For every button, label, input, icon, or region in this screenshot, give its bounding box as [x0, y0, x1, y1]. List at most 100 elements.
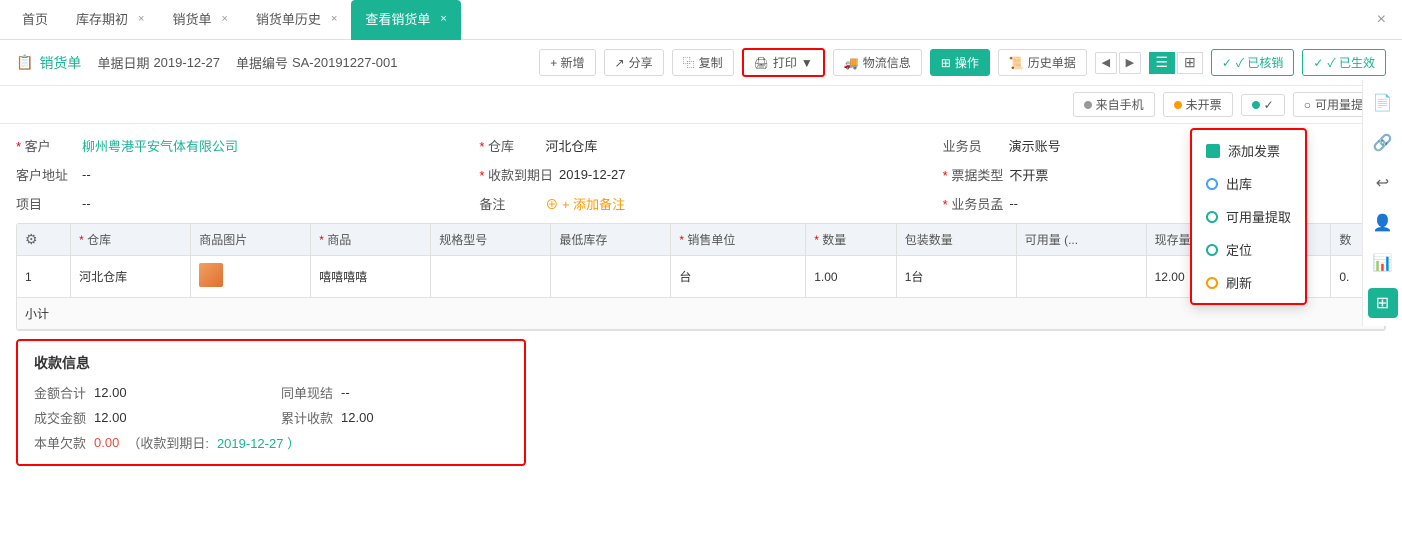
- col-spec: 规格型号: [431, 224, 551, 256]
- print-button[interactable]: 🖨 打印 ▼: [742, 48, 825, 77]
- copy-button[interactable]: ⿻ 复制: [672, 49, 734, 76]
- logistics-icon: 🚚: [844, 56, 859, 70]
- staff-label: 业务员: [943, 136, 1003, 155]
- out-warehouse-item[interactable]: 出库: [1192, 167, 1305, 200]
- effective-status-button[interactable]: ✓ ✓ 已生效: [1302, 49, 1386, 76]
- cumulative-value: 12.00: [341, 410, 374, 425]
- doc-number-label: 单据编号 SA-20191227-001: [236, 53, 398, 72]
- close-view-sales-tab[interactable]: ×: [440, 13, 446, 25]
- col-min-stock: 最低库存: [551, 224, 671, 256]
- warehouse-label: 仓库: [479, 136, 539, 155]
- payment-total: 金额合计 12.00: [34, 383, 261, 402]
- refresh-item[interactable]: 刷新: [1192, 266, 1305, 299]
- address-label: 客户地址: [16, 165, 76, 184]
- add-invoice-item[interactable]: 添加发票: [1192, 134, 1305, 167]
- ticket-label: 票据类型: [943, 165, 1004, 184]
- next-button[interactable]: ▶: [1119, 52, 1141, 74]
- payment-same-order: 同单现结 --: [281, 383, 508, 402]
- due-date-label: 收款到期日: [479, 165, 553, 184]
- note-label: 备注: [479, 194, 539, 213]
- out-warehouse-icon: [1206, 178, 1218, 190]
- right-icon-expand[interactable]: ⊞: [1368, 288, 1398, 318]
- not-open-dot: [1174, 101, 1182, 109]
- staff-value: 演示账号: [1009, 136, 1061, 155]
- due-date-field: 收款到期日 2019-12-27: [479, 165, 922, 184]
- close-all-button[interactable]: ×: [1369, 11, 1394, 29]
- new-button[interactable]: + 新增: [539, 49, 595, 76]
- project-label: 项目: [16, 194, 76, 213]
- tab-inventory[interactable]: 库存期初 ×: [62, 0, 158, 40]
- history-button[interactable]: 📜 历史单据: [998, 49, 1087, 76]
- right-icon-return[interactable]: ↩: [1368, 168, 1398, 198]
- dropdown-menu: 添加发票 出库 可用量提取 定位 刷新: [1190, 128, 1307, 305]
- tab-home[interactable]: 首页: [8, 0, 62, 40]
- form-row-3: 项目 -- 备注 ⊕ + 添加备注 业务员孟 --: [16, 194, 1386, 213]
- col-gear: ⚙: [17, 224, 71, 256]
- col-image: 商品图片: [191, 224, 311, 256]
- prev-button[interactable]: ◀: [1095, 52, 1117, 74]
- avail-qty-label: 可用量提取: [1226, 207, 1291, 226]
- col-product: * 商品: [311, 224, 431, 256]
- right-icon-user[interactable]: 👤: [1368, 208, 1398, 238]
- owed-label: 本单欠款: [34, 433, 86, 452]
- confirm-button[interactable]: ✓: [1241, 94, 1285, 116]
- same-order-value: --: [341, 385, 350, 400]
- close-sales-tab[interactable]: ×: [221, 13, 227, 25]
- avail-qty-item[interactable]: 可用量提取: [1192, 200, 1305, 233]
- operations-button[interactable]: ⊞ 操作: [930, 49, 990, 76]
- gear-icon: ⚙: [25, 231, 38, 247]
- cumulative-label: 累计收款: [281, 408, 333, 427]
- right-icon-chart[interactable]: 📊: [1368, 248, 1398, 278]
- row-image: [191, 256, 311, 298]
- doc-meta: 单据日期 2019-12-27 单据编号 SA-20191227-001: [97, 53, 523, 72]
- payment-owed: 本单欠款 0.00 （收款到期日: 2019-12-27 ）: [34, 433, 508, 452]
- add-note-button[interactable]: ⊕ + 添加备注: [545, 194, 625, 213]
- total-label: 金额合计: [34, 383, 86, 402]
- from-phone-button[interactable]: 来自手机: [1073, 92, 1155, 117]
- warehouse-field: 仓库 河北仓库: [479, 136, 922, 155]
- print-dropdown-icon: ▼: [801, 56, 813, 70]
- row-qty: 1.00: [806, 256, 897, 298]
- sales-staff-label: 业务员孟: [943, 194, 1004, 213]
- history-icon: 📜: [1009, 56, 1024, 70]
- row-num: 1: [17, 256, 71, 298]
- address-field: 客户地址 --: [16, 165, 459, 184]
- grid-view-button[interactable]: ⊞: [1177, 52, 1203, 74]
- doc-date-label: 单据日期 2019-12-27: [97, 53, 220, 72]
- right-icon-doc[interactable]: 📄: [1368, 88, 1398, 118]
- add-note-icon: ⊕: [545, 197, 558, 212]
- due-date-value: 2019-12-27: [559, 167, 626, 182]
- close-history-tab[interactable]: ×: [331, 13, 337, 25]
- doc-title-text: 销货单: [39, 53, 81, 73]
- row-avail: [1016, 256, 1146, 298]
- customer-value[interactable]: 柳州粤港平安气体有限公司: [82, 136, 238, 155]
- row-spec: [431, 256, 551, 298]
- tab-view-sales[interactable]: 查看销货单 ×: [351, 0, 460, 40]
- print-icon: 🖨: [754, 56, 769, 70]
- tab-bar: 首页 库存期初 × 销货单 × 销货单历史 × 查看销货单 × ×: [0, 0, 1402, 40]
- add-invoice-icon: [1206, 144, 1220, 158]
- sold-status-button[interactable]: ✓ ✓ 已核销: [1211, 49, 1295, 76]
- tab-sales[interactable]: 销货单 ×: [158, 0, 241, 40]
- right-icon-link[interactable]: 🔗: [1368, 128, 1398, 158]
- sales-staff-field: 业务员孟 --: [943, 194, 1386, 213]
- toolbar2: 来自手机 未开票 ✓ ○ 可用量提取: [0, 86, 1402, 124]
- table-area: ⚙ * 仓库 商品图片 * 商品 规格型号 最低库存 * 销售单位 * 数量 包…: [16, 223, 1386, 331]
- locate-icon: [1206, 244, 1218, 256]
- main-content: 📋 销货单 单据日期 2019-12-27 单据编号 SA-20191227-0…: [0, 40, 1402, 533]
- close-inventory-tab[interactable]: ×: [138, 13, 144, 25]
- logistics-button[interactable]: 🚚 物流信息: [833, 49, 922, 76]
- note-field: 备注 ⊕ + 添加备注: [479, 194, 922, 213]
- due-date-note: （收款到期日:: [127, 433, 209, 452]
- not-open-button[interactable]: 未开票: [1163, 92, 1233, 117]
- copy-icon: ⿻: [683, 54, 695, 71]
- tab-sales-history[interactable]: 销货单历史 ×: [242, 0, 351, 40]
- payment-title: 收款信息: [34, 353, 508, 373]
- list-view-button[interactable]: ☰: [1149, 52, 1175, 74]
- total-value: 12.00: [94, 385, 127, 400]
- staff-field: 业务员 演示账号: [943, 136, 1386, 155]
- share-button[interactable]: ↗ 分享: [604, 49, 664, 76]
- locate-item[interactable]: 定位: [1192, 233, 1305, 266]
- nav-arrows: ◀ ▶: [1095, 52, 1141, 74]
- payment-deal: 成交金额 12.00: [34, 408, 261, 427]
